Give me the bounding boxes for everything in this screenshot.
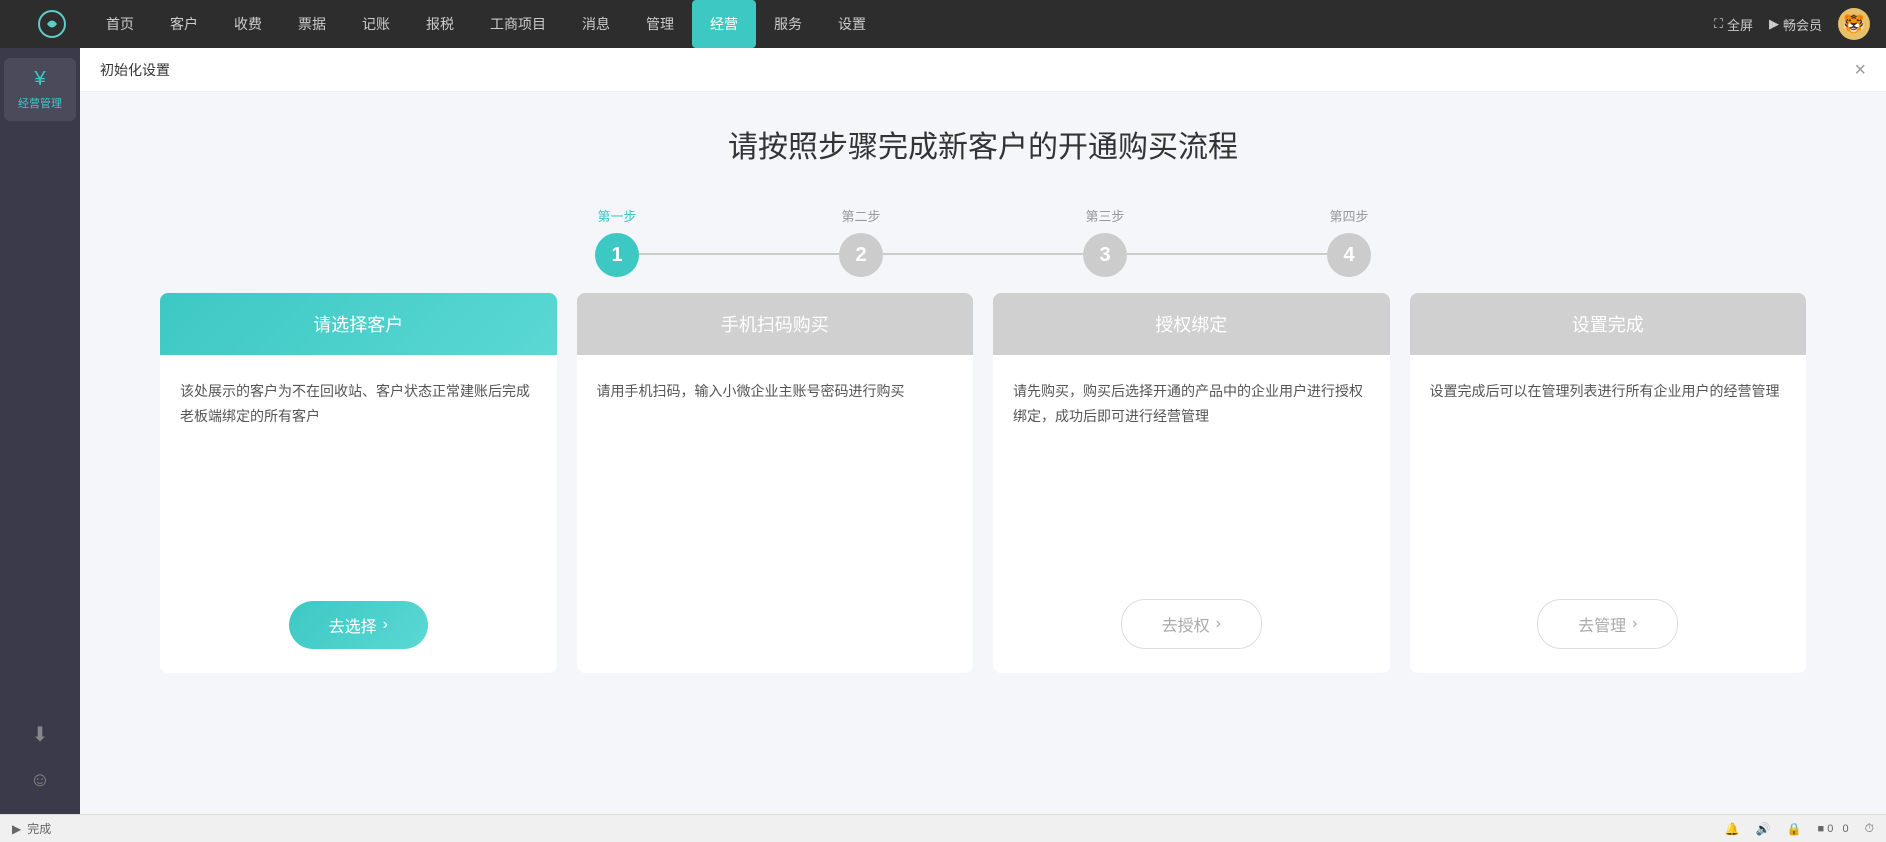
go-manage-arrow: › <box>1632 615 1637 633</box>
sidebar: ¥ 经营管理 ⬇ ☺ <box>0 48 80 814</box>
status-bar-right: 🔔 🔊 🔒 ■ 0 0 ⏱ <box>1725 821 1874 836</box>
card-3-header: 授权绑定 <box>993 293 1390 355</box>
card-4-body: 设置完成后可以在管理列表进行所有企业用户的经营管理 <box>1410 355 1807 583</box>
go-auth-arrow: › <box>1216 615 1221 633</box>
support-icon[interactable]: ☺ <box>22 762 58 798</box>
card-1-header: 请选择客户 <box>160 293 557 355</box>
card-3: 授权绑定 请先购买，购买后选择开通的产品中的企业用户进行授权绑定，成功后即可进行… <box>993 293 1390 673</box>
card-2-body: 请用手机扫码，输入小微企业主账号密码进行购买 <box>577 355 974 633</box>
go-select-label: 去选择 <box>329 613 377 637</box>
top-navigation: 首页 客户 收费 票据 记账 报税 工商项目 消息 管理 经营 服务 设置 ⛶ … <box>0 0 1886 48</box>
time-icon: ⏱ <box>1865 821 1874 836</box>
nav-right-area: ⛶ 全屏 ▶ 畅会员 🐯 <box>1714 8 1870 40</box>
vip-icon: ▶ <box>1769 16 1779 32</box>
close-button[interactable]: × <box>1854 60 1866 80</box>
arrow-line-2 <box>883 253 1083 255</box>
step-1-label: 第一步 <box>597 206 636 225</box>
page-header: 初始化设置 × <box>80 48 1886 92</box>
nav-item-message[interactable]: 消息 <box>564 0 628 48</box>
avatar[interactable]: 🐯 <box>1838 8 1870 40</box>
content-area: 请按照步骤完成新客户的开通购买流程 第一步 1 第二步 2 <box>80 92 1886 703</box>
go-select-arrow: › <box>383 616 388 634</box>
sidebar-item-operation[interactable]: ¥ 经营管理 <box>4 58 76 121</box>
nav-item-settings[interactable]: 设置 <box>820 0 884 48</box>
status-bar: ▶ 完成 🔔 🔊 🔒 ■ 0 0 ⏱ <box>0 814 1886 842</box>
card-4: 设置完成 设置完成后可以在管理列表进行所有企业用户的经营管理 去管理 › <box>1410 293 1807 673</box>
nav-item-bill[interactable]: 票据 <box>280 0 344 48</box>
play-icon: ▶ <box>12 822 21 836</box>
nav-item-customer[interactable]: 客户 <box>152 0 216 48</box>
sidebar-item-label: 经营管理 <box>18 95 62 111</box>
go-manage-button[interactable]: 去管理 › <box>1537 599 1678 649</box>
sidebar-bottom: ⬇ ☺ <box>22 716 58 798</box>
step-2-label: 第二步 <box>841 206 880 225</box>
sound-icon: 🔊 <box>1756 822 1771 836</box>
go-select-button[interactable]: 去选择 › <box>289 601 428 649</box>
go-auth-button[interactable]: 去授权 › <box>1121 599 1262 649</box>
page-header-title: 初始化设置 <box>100 60 170 80</box>
arrow-3-4 <box>1127 229 1327 255</box>
nav-item-business[interactable]: 工商项目 <box>472 0 564 48</box>
chart-icon: ■ 0 0 <box>1818 823 1849 835</box>
fullscreen-button[interactable]: ⛶ 全屏 <box>1714 15 1753 34</box>
steps-timeline: 第一步 1 第二步 2 第三步 3 <box>120 206 1846 277</box>
main-content: 初始化设置 × 请按照步骤完成新客户的开通购买流程 第一步 1 第二步 2 <box>80 48 1886 814</box>
card-3-body: 请先购买，购买后选择开通的产品中的企业用户进行授权绑定，成功后即可进行经营管理 <box>993 355 1390 583</box>
arrow-2-3 <box>883 229 1083 255</box>
step-3-label: 第三步 <box>1085 206 1124 225</box>
step-1-circle: 1 <box>595 233 639 277</box>
nav-item-operation[interactable]: 经营 <box>692 0 756 48</box>
go-auth-label: 去授权 <box>1162 612 1210 636</box>
card-2-footer <box>577 633 974 673</box>
card-2: 手机扫码购买 请用手机扫码，输入小微企业主账号密码进行购买 <box>577 293 974 673</box>
notify-icon: 🔔 <box>1725 822 1740 836</box>
step-node-1: 第一步 1 <box>595 206 639 277</box>
lock-icon: 🔒 <box>1787 822 1802 836</box>
nav-item-tax[interactable]: 报税 <box>408 0 472 48</box>
nav-item-service[interactable]: 服务 <box>756 0 820 48</box>
arrow-line-3 <box>1127 253 1327 255</box>
nav-logo <box>16 0 88 48</box>
cards-row: 请选择客户 该处展示的客户为不在回收站、客户状态正常建账后完成老板端绑定的所有客… <box>120 293 1846 673</box>
fullscreen-icon: ⛶ <box>1714 16 1723 32</box>
card-3-footer: 去授权 › <box>993 583 1390 673</box>
arrow-1-2 <box>639 229 839 255</box>
card-2-header: 手机扫码购买 <box>577 293 974 355</box>
card-1: 请选择客户 该处展示的客户为不在回收站、客户状态正常建账后完成老板端绑定的所有客… <box>160 293 557 673</box>
main-title: 请按照步骤完成新客户的开通购买流程 <box>120 122 1846 166</box>
card-1-footer: 去选择 › <box>160 585 557 673</box>
card-4-footer: 去管理 › <box>1410 583 1807 673</box>
vip-button[interactable]: ▶ 畅会员 <box>1769 15 1822 34</box>
download-icon[interactable]: ⬇ <box>22 716 58 752</box>
step-4-label: 第四步 <box>1329 206 1368 225</box>
nav-item-fee[interactable]: 收费 <box>216 0 280 48</box>
arrow-line-1 <box>639 253 839 255</box>
card-4-header: 设置完成 <box>1410 293 1807 355</box>
nav-item-manage[interactable]: 管理 <box>628 0 692 48</box>
card-1-body: 该处展示的客户为不在回收站、客户状态正常建账后完成老板端绑定的所有客户 <box>160 355 557 585</box>
go-manage-label: 去管理 <box>1578 612 1626 636</box>
nav-item-account[interactable]: 记账 <box>344 0 408 48</box>
nav-item-home[interactable]: 首页 <box>88 0 152 48</box>
status-label: 完成 <box>27 820 51 837</box>
yuan-icon: ¥ <box>34 68 45 91</box>
